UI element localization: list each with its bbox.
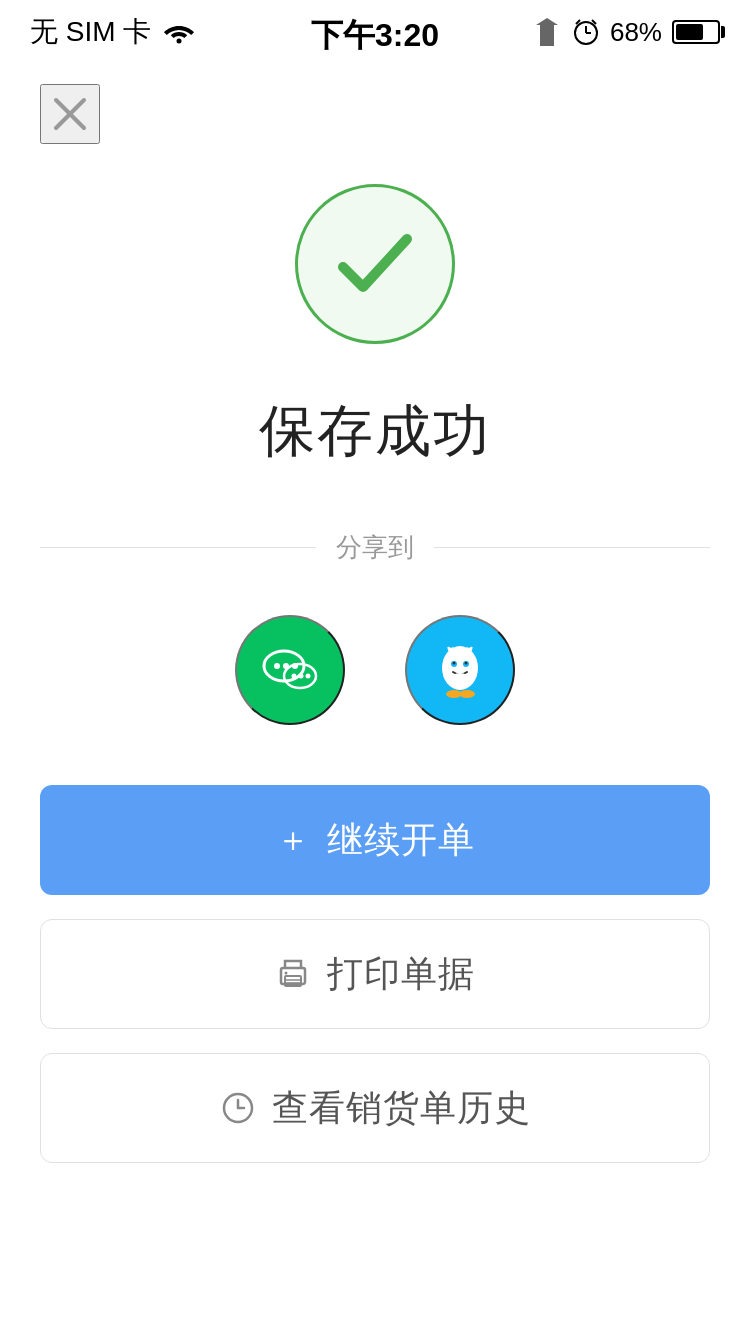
share-section: 分享到 [40, 530, 710, 725]
print-label: 打印单据 [327, 950, 475, 999]
main-content: 保存成功 分享到 [0, 64, 750, 1203]
svg-point-17 [452, 661, 455, 664]
divider-right [434, 547, 710, 548]
svg-point-19 [450, 673, 470, 687]
divider-left [40, 547, 316, 548]
status-time: 下午3:20 [311, 14, 439, 58]
svg-point-13 [305, 673, 310, 678]
svg-point-12 [298, 673, 303, 678]
print-button[interactable]: 打印单据 [40, 919, 710, 1029]
qq-icon [433, 638, 488, 703]
no-sim-text: 无 SIM 卡 [30, 13, 151, 51]
wifi-icon [163, 20, 195, 44]
alarm-icon [572, 18, 600, 46]
continue-button[interactable]: ＋ 继续开单 [40, 785, 710, 895]
success-circle [295, 184, 455, 344]
history-icon [220, 1090, 256, 1126]
wechat-share-button[interactable] [235, 615, 345, 725]
svg-point-0 [177, 39, 182, 44]
close-button[interactable] [40, 84, 100, 144]
wechat-icon [258, 638, 323, 703]
success-title: 保存成功 [259, 394, 491, 470]
close-icon [50, 94, 90, 134]
share-divider: 分享到 [40, 530, 710, 565]
svg-point-26 [285, 972, 288, 975]
battery-icon [672, 20, 720, 44]
svg-point-18 [464, 661, 467, 664]
status-right: 68% [536, 17, 720, 48]
share-label: 分享到 [336, 530, 414, 565]
location-icon [536, 18, 558, 46]
qq-share-button[interactable] [405, 615, 515, 725]
status-bar: 无 SIM 卡 下午3:20 68% [0, 0, 750, 64]
status-left: 无 SIM 卡 [30, 13, 195, 51]
share-icons [40, 615, 710, 725]
print-icon [275, 956, 311, 992]
svg-point-21 [459, 690, 475, 698]
plus-icon: ＋ [276, 817, 311, 863]
checkmark-icon [335, 229, 415, 299]
svg-point-7 [274, 663, 280, 669]
battery-percent: 68% [610, 17, 662, 48]
history-label: 查看销货单历史 [272, 1084, 531, 1133]
svg-point-11 [291, 673, 296, 678]
history-button[interactable]: 查看销货单历史 [40, 1053, 710, 1163]
action-buttons: ＋ 继续开单 打印单据 查看销货单历史 [40, 785, 710, 1163]
continue-label: 继续开单 [327, 816, 475, 865]
